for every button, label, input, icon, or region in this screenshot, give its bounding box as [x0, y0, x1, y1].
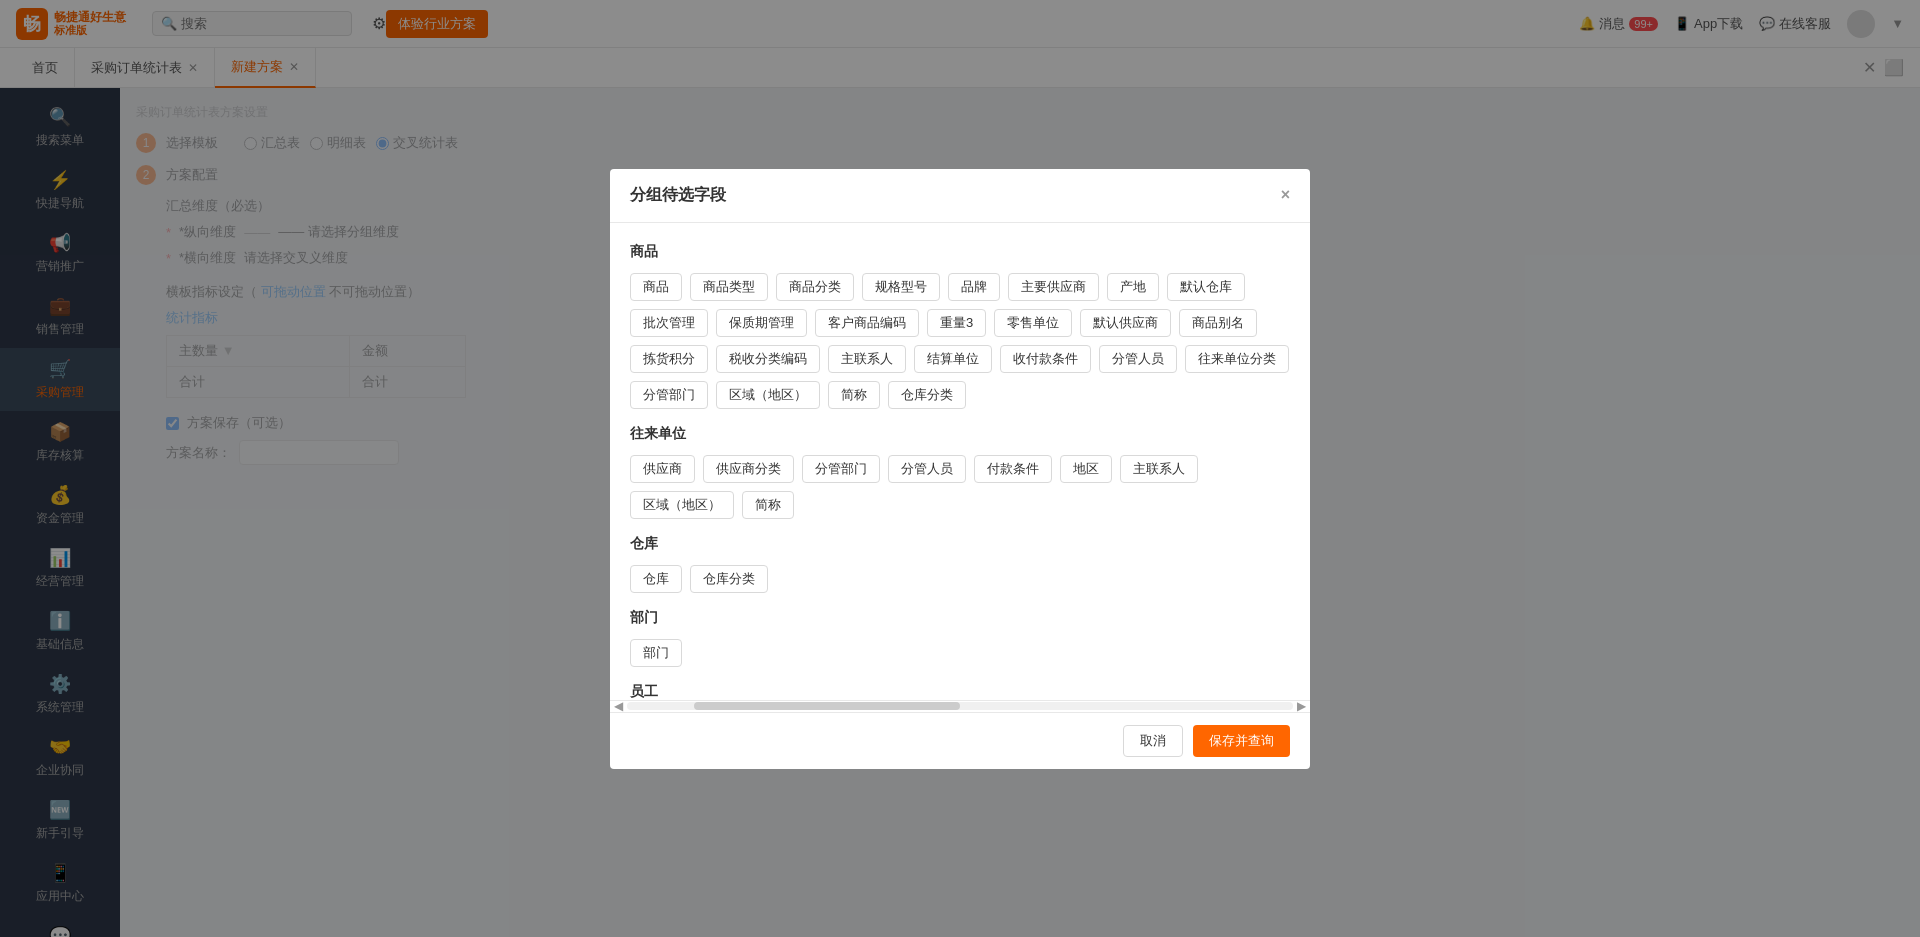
field-tag[interactable]: 商品类型	[690, 273, 768, 301]
field-tag[interactable]: 仓库分类	[690, 565, 768, 593]
hscroll-track[interactable]	[627, 702, 1293, 710]
field-tag[interactable]: 主要供应商	[1008, 273, 1099, 301]
field-tag[interactable]: 简称	[828, 381, 880, 409]
group-title-staff: 员工	[630, 683, 1290, 700]
field-tag[interactable]: 商品	[630, 273, 682, 301]
field-tag[interactable]: 默认仓库	[1167, 273, 1245, 301]
hscroll-thumb[interactable]	[694, 702, 960, 710]
save-query-button[interactable]: 保存并查询	[1193, 725, 1290, 757]
field-tag[interactable]: 客户商品编码	[815, 309, 919, 337]
field-tag[interactable]: 仓库分类	[888, 381, 966, 409]
modal-dialog: 分组待选字段 × 商品 商品 商品类型 商品分类 规格型号 品牌 主要供应商 产…	[610, 169, 1310, 769]
field-tag[interactable]: 品牌	[948, 273, 1000, 301]
field-tag[interactable]: 分管部门	[802, 455, 880, 483]
field-tag[interactable]: 批次管理	[630, 309, 708, 337]
field-tag[interactable]: 重量3	[927, 309, 986, 337]
group-title-department: 部门	[630, 609, 1290, 627]
field-tag[interactable]: 付款条件	[974, 455, 1052, 483]
modal-footer: 取消 保存并查询	[610, 712, 1310, 769]
modal-header: 分组待选字段 ×	[610, 169, 1310, 223]
field-tag[interactable]: 主联系人	[828, 345, 906, 373]
group-title-goods: 商品	[630, 243, 1290, 261]
field-tag[interactable]: 仓库	[630, 565, 682, 593]
modal-hscroll[interactable]: ◀ ▶	[610, 700, 1310, 712]
field-tag[interactable]: 产地	[1107, 273, 1159, 301]
cancel-button[interactable]: 取消	[1123, 725, 1183, 757]
field-tag[interactable]: 收付款条件	[1000, 345, 1091, 373]
field-tag[interactable]: 部门	[630, 639, 682, 667]
field-tag[interactable]: 供应商	[630, 455, 695, 483]
field-tag[interactable]: 地区	[1060, 455, 1112, 483]
group-title-partners: 往来单位	[630, 425, 1290, 443]
department-fields: 部门	[630, 639, 1290, 667]
field-tag[interactable]: 区域（地区）	[630, 491, 734, 519]
partners-fields: 供应商 供应商分类 分管部门 分管人员 付款条件 地区 主联系人 区域（地区） …	[630, 455, 1290, 519]
field-tag[interactable]: 简称	[742, 491, 794, 519]
field-tag[interactable]: 商品别名	[1179, 309, 1257, 337]
warehouse-fields: 仓库 仓库分类	[630, 565, 1290, 593]
field-tag[interactable]: 分管人员	[888, 455, 966, 483]
field-tag[interactable]: 分管人员	[1099, 345, 1177, 373]
field-tag[interactable]: 商品分类	[776, 273, 854, 301]
field-tag[interactable]: 拣货积分	[630, 345, 708, 373]
modal-body[interactable]: 商品 商品 商品类型 商品分类 规格型号 品牌 主要供应商 产地 默认仓库 批次…	[610, 223, 1310, 700]
field-tag[interactable]: 规格型号	[862, 273, 940, 301]
field-tag[interactable]: 结算单位	[914, 345, 992, 373]
field-tag[interactable]: 区域（地区）	[716, 381, 820, 409]
modal-overlay: 分组待选字段 × 商品 商品 商品类型 商品分类 规格型号 品牌 主要供应商 产…	[0, 0, 1920, 937]
field-tag[interactable]: 分管部门	[630, 381, 708, 409]
goods-fields: 商品 商品类型 商品分类 规格型号 品牌 主要供应商 产地 默认仓库 批次管理 …	[630, 273, 1290, 409]
field-tag[interactable]: 供应商分类	[703, 455, 794, 483]
modal-close-button[interactable]: ×	[1281, 186, 1290, 204]
field-tag[interactable]: 往来单位分类	[1185, 345, 1289, 373]
group-title-warehouse: 仓库	[630, 535, 1290, 553]
field-tag[interactable]: 税收分类编码	[716, 345, 820, 373]
field-tag[interactable]: 保质期管理	[716, 309, 807, 337]
field-tag[interactable]: 默认供应商	[1080, 309, 1171, 337]
modal-title: 分组待选字段	[630, 185, 726, 206]
field-tag[interactable]: 零售单位	[994, 309, 1072, 337]
field-tag[interactable]: 主联系人	[1120, 455, 1198, 483]
